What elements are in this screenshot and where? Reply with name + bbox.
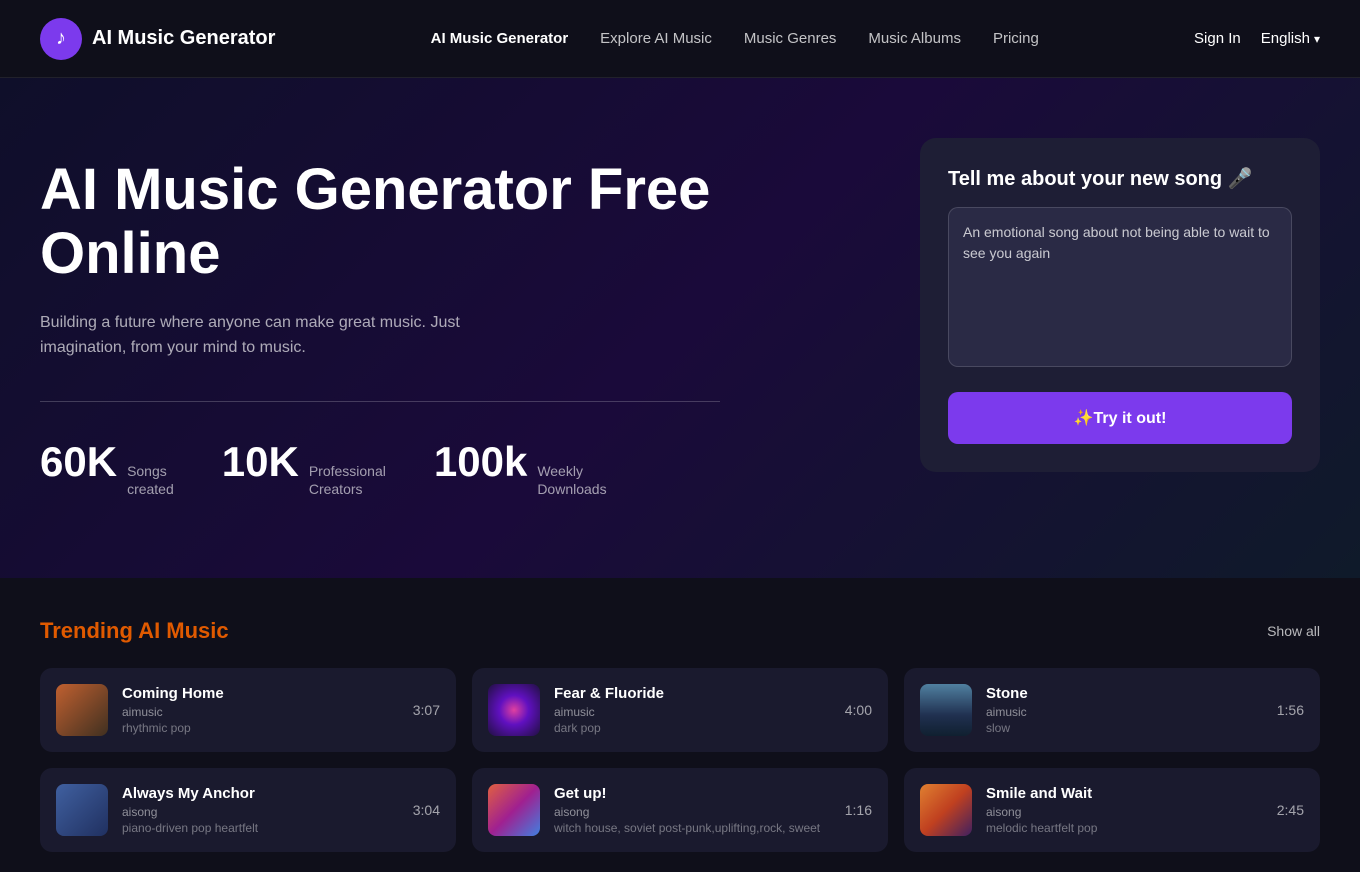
stat-songs-number: 60K <box>40 438 117 486</box>
music-genre: witch house, soviet post-punk,uplifting,… <box>554 821 820 835</box>
music-meta: Coming Home aimusic rhythmic pop <box>122 685 224 735</box>
music-card[interactable]: Get up! aisong witch house, soviet post-… <box>472 768 888 852</box>
card-title: Tell me about your new song 🎤 <box>948 166 1292 191</box>
trending-section: Trending AI Music Show all Coming Home a… <box>0 578 1360 872</box>
music-card[interactable]: Stone aimusic slow 1:56 <box>904 668 1320 752</box>
trending-header: Trending AI Music Show all <box>40 618 1320 644</box>
music-duration: 1:16 <box>845 802 872 818</box>
song-prompt-card: Tell me about your new song 🎤 An emotion… <box>920 138 1320 472</box>
music-meta: Always My Anchor aisong piano-driven pop… <box>122 785 258 835</box>
hero-divider <box>40 401 720 402</box>
stat-downloads: 100k WeeklyDownloads <box>434 438 607 498</box>
stat-creators: 10K ProfessionalCreators <box>222 438 386 498</box>
nav-ai-music-generator[interactable]: AI Music Generator <box>431 30 569 47</box>
sign-in-button[interactable]: Sign In <box>1194 30 1241 47</box>
stat-downloads-label: WeeklyDownloads <box>537 462 606 498</box>
music-thumbnail <box>488 784 540 836</box>
language-selector[interactable]: English ▾ <box>1261 30 1320 47</box>
brand-name: AI Music Generator <box>92 27 275 50</box>
music-thumbnail <box>920 784 972 836</box>
music-name: Get up! <box>554 785 820 802</box>
music-grid: Coming Home aimusic rhythmic pop 3:07 Fe… <box>40 668 1320 852</box>
music-creator: aimusic <box>986 705 1028 719</box>
music-duration: 2:45 <box>1277 802 1304 818</box>
music-info: Stone aimusic slow <box>920 684 1028 736</box>
music-genre: slow <box>986 721 1028 735</box>
music-thumbnail <box>488 684 540 736</box>
language-label: English <box>1261 30 1310 47</box>
chevron-down-icon: ▾ <box>1314 32 1320 46</box>
trending-title: Trending AI Music <box>40 618 229 644</box>
music-name: Fear & Fluoride <box>554 685 664 702</box>
music-card[interactable]: Smile and Wait aisong melodic heartfelt … <box>904 768 1320 852</box>
music-card[interactable]: Fear & Fluoride aimusic dark pop 4:00 <box>472 668 888 752</box>
nav-right: Sign In English ▾ <box>1194 30 1320 47</box>
navbar: ♪ AI Music Generator AI Music Generator … <box>0 0 1360 78</box>
music-genre: piano-driven pop heartfelt <box>122 821 258 835</box>
music-duration: 1:56 <box>1277 702 1304 718</box>
music-duration: 4:00 <box>845 702 872 718</box>
music-card[interactable]: Coming Home aimusic rhythmic pop 3:07 <box>40 668 456 752</box>
music-info: Coming Home aimusic rhythmic pop <box>56 684 224 736</box>
music-info: Always My Anchor aisong piano-driven pop… <box>56 784 258 836</box>
hero-section: AI Music Generator Free Online Building … <box>0 78 1360 578</box>
music-creator: aisong <box>986 805 1097 819</box>
try-it-out-button[interactable]: ✨Try it out! <box>948 392 1292 444</box>
stat-songs-label: Songscreated <box>127 462 174 498</box>
music-info: Smile and Wait aisong melodic heartfelt … <box>920 784 1097 836</box>
music-info: Fear & Fluoride aimusic dark pop <box>488 684 664 736</box>
music-creator: aimusic <box>122 705 224 719</box>
nav-links: AI Music Generator Explore AI Music Musi… <box>431 30 1039 47</box>
music-thumbnail <box>56 684 108 736</box>
music-name: Smile and Wait <box>986 785 1097 802</box>
nav-pricing[interactable]: Pricing <box>993 30 1039 47</box>
music-duration: 3:07 <box>413 702 440 718</box>
nav-explore-ai-music[interactable]: Explore AI Music <box>600 30 712 47</box>
music-genre: melodic heartfelt pop <box>986 821 1097 835</box>
stat-downloads-number: 100k <box>434 438 527 486</box>
music-creator: aisong <box>554 805 820 819</box>
brand-logo-icon: ♪ <box>40 18 82 60</box>
music-creator: aimusic <box>554 705 664 719</box>
music-duration: 3:04 <box>413 802 440 818</box>
nav-music-genres[interactable]: Music Genres <box>744 30 837 47</box>
music-creator: aisong <box>122 805 258 819</box>
music-genre: rhythmic pop <box>122 721 224 735</box>
music-name: Always My Anchor <box>122 785 258 802</box>
music-genre: dark pop <box>554 721 664 735</box>
brand[interactable]: ♪ AI Music Generator <box>40 18 275 60</box>
music-card[interactable]: Always My Anchor aisong piano-driven pop… <box>40 768 456 852</box>
music-meta: Get up! aisong witch house, soviet post-… <box>554 785 820 835</box>
music-meta: Stone aimusic slow <box>986 685 1028 735</box>
nav-music-albums[interactable]: Music Albums <box>868 30 961 47</box>
music-thumbnail <box>56 784 108 836</box>
music-name: Coming Home <box>122 685 224 702</box>
music-note-icon: ♪ <box>56 27 66 50</box>
music-meta: Smile and Wait aisong melodic heartfelt … <box>986 785 1097 835</box>
song-description-input[interactable]: An emotional song about not being able t… <box>948 207 1292 367</box>
stat-songs: 60K Songscreated <box>40 438 174 498</box>
hero-title: AI Music Generator Free Online <box>40 158 720 286</box>
hero-left: AI Music Generator Free Online Building … <box>40 138 720 498</box>
music-thumbnail <box>920 684 972 736</box>
show-all-button[interactable]: Show all <box>1267 623 1320 639</box>
music-info: Get up! aisong witch house, soviet post-… <box>488 784 820 836</box>
music-name: Stone <box>986 685 1028 702</box>
stat-creators-number: 10K <box>222 438 299 486</box>
music-meta: Fear & Fluoride aimusic dark pop <box>554 685 664 735</box>
hero-subtitle: Building a future where anyone can make … <box>40 310 520 361</box>
hero-stats: 60K Songscreated 10K ProfessionalCreator… <box>40 438 720 498</box>
stat-creators-label: ProfessionalCreators <box>309 462 386 498</box>
